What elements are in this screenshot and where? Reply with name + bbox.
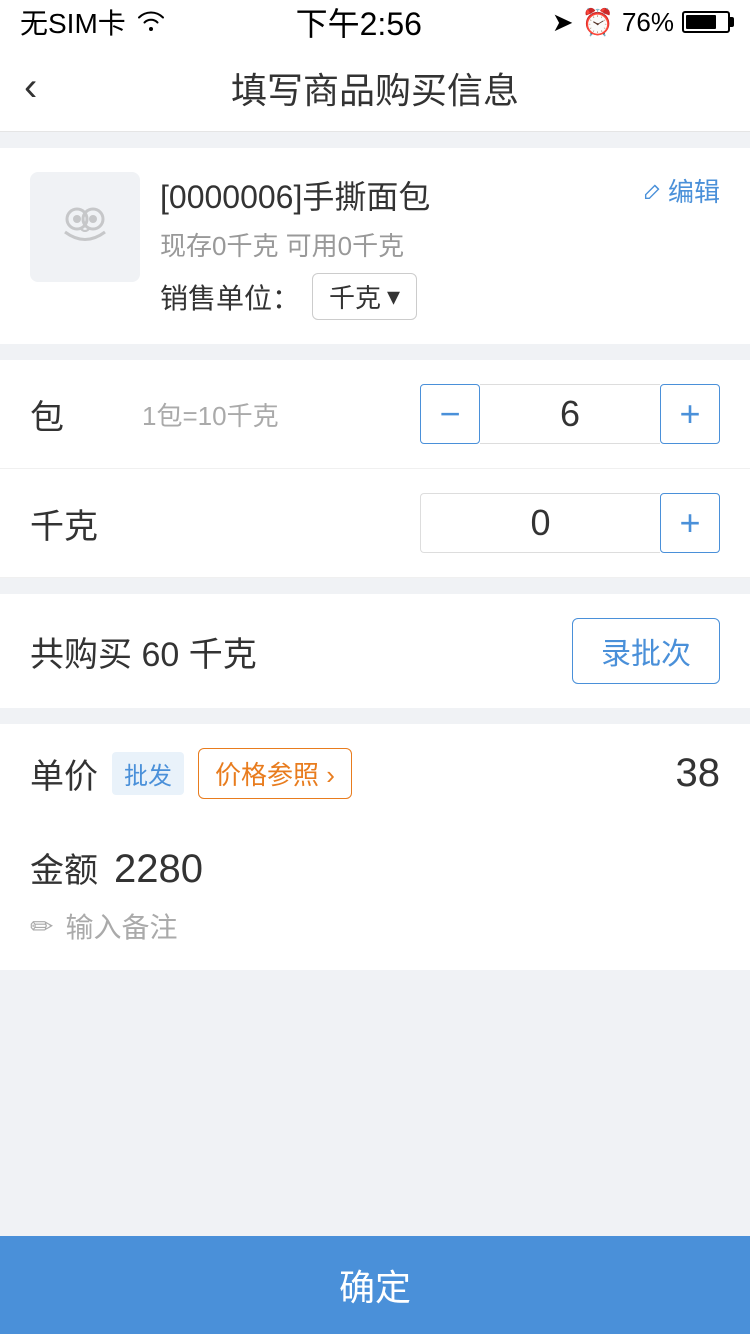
amount-label: 金额 <box>30 843 98 892</box>
bag-quantity-controls: − + <box>420 384 720 444</box>
quantity-section: 包 1包=10千克 − + 千克 + <box>0 360 750 578</box>
bag-quantity-row: 包 1包=10千克 − + <box>0 360 750 469</box>
amount-row: 金额 2280 <box>30 843 720 892</box>
carrier-label: 无SIM卡 <box>20 2 126 42</box>
wifi-icon <box>136 6 166 38</box>
status-bar: 无SIM卡 下午2:56 ➤ ⏰ 76% <box>0 0 750 44</box>
status-left: 无SIM卡 <box>20 2 166 42</box>
remark-placeholder: 输入备注 <box>65 906 177 946</box>
unit-select[interactable]: 千克 ▾ <box>312 273 417 320</box>
price-label: 单价 <box>30 749 98 798</box>
batch-button[interactable]: 录批次 <box>572 618 720 684</box>
battery-icon <box>682 11 730 33</box>
page-title: 填写商品购买信息 <box>231 62 519 114</box>
summary-row: 共购买 60 千克 录批次 <box>0 594 750 708</box>
status-right: ➤ ⏰ 76% <box>552 7 730 38</box>
unit-label: 销售单位： <box>160 277 300 317</box>
confirm-button[interactable]: 确定 <box>339 1259 411 1311</box>
unit-value: 千克 <box>329 278 381 315</box>
remark-row[interactable]: ✏ 输入备注 <box>30 906 720 946</box>
dropdown-arrow: ▾ <box>387 281 400 312</box>
edit-button[interactable]: 编辑 <box>642 172 720 209</box>
edit-label: 编辑 <box>668 172 720 209</box>
bag-label: 包 <box>30 390 130 439</box>
product-thumbnail <box>30 172 140 282</box>
product-unit-row: 销售单位： 千克 ▾ <box>160 273 720 320</box>
battery-percent: 76% <box>622 7 674 38</box>
product-name-row: [0000006]手撕面包 编辑 <box>160 172 720 218</box>
kg-plus-button[interactable]: + <box>660 493 720 553</box>
price-row: 单价 批发 价格参照 › 38 <box>30 748 720 799</box>
product-card: [0000006]手撕面包 编辑 现存0千克 可用0千克 销售单位： 千克 ▾ <box>0 148 750 344</box>
price-left: 单价 批发 价格参照 › <box>30 748 352 799</box>
confirm-bar[interactable]: 确定 <box>0 1236 750 1334</box>
bag-plus-button[interactable]: + <box>660 384 720 444</box>
product-stock: 现存0千克 可用0千克 <box>160 226 720 263</box>
price-section: 单价 批发 价格参照 › 38 <box>0 724 750 843</box>
product-name: [0000006]手撕面包 <box>160 172 430 218</box>
bag-sublabel: 1包=10千克 <box>142 396 420 433</box>
alarm-icon: ⏰ <box>582 7 614 38</box>
price-ref-button[interactable]: 价格参照 › <box>198 748 352 799</box>
kg-quantity-controls: + <box>420 493 720 553</box>
time-display: 下午2:56 <box>296 0 422 45</box>
amount-section: 金额 2280 ✏ 输入备注 <box>0 843 750 970</box>
location-icon: ➤ <box>552 7 574 38</box>
kg-quantity-row: 千克 + <box>0 469 750 578</box>
product-info: [0000006]手撕面包 编辑 现存0千克 可用0千克 销售单位： 千克 ▾ <box>160 172 720 320</box>
remark-icon: ✏ <box>30 910 53 943</box>
price-tag: 批发 <box>112 752 184 795</box>
price-value: 38 <box>676 751 721 796</box>
kg-quantity-input[interactable] <box>420 493 660 553</box>
nav-bar: ‹ 填写商品购买信息 <box>0 44 750 132</box>
bag-quantity-input[interactable] <box>480 384 660 444</box>
back-button[interactable]: ‹ <box>24 65 37 110</box>
bag-minus-button[interactable]: − <box>420 384 480 444</box>
kg-label: 千克 <box>30 499 130 548</box>
amount-value: 2280 <box>114 847 203 892</box>
summary-text: 共购买 60 千克 <box>30 627 257 676</box>
